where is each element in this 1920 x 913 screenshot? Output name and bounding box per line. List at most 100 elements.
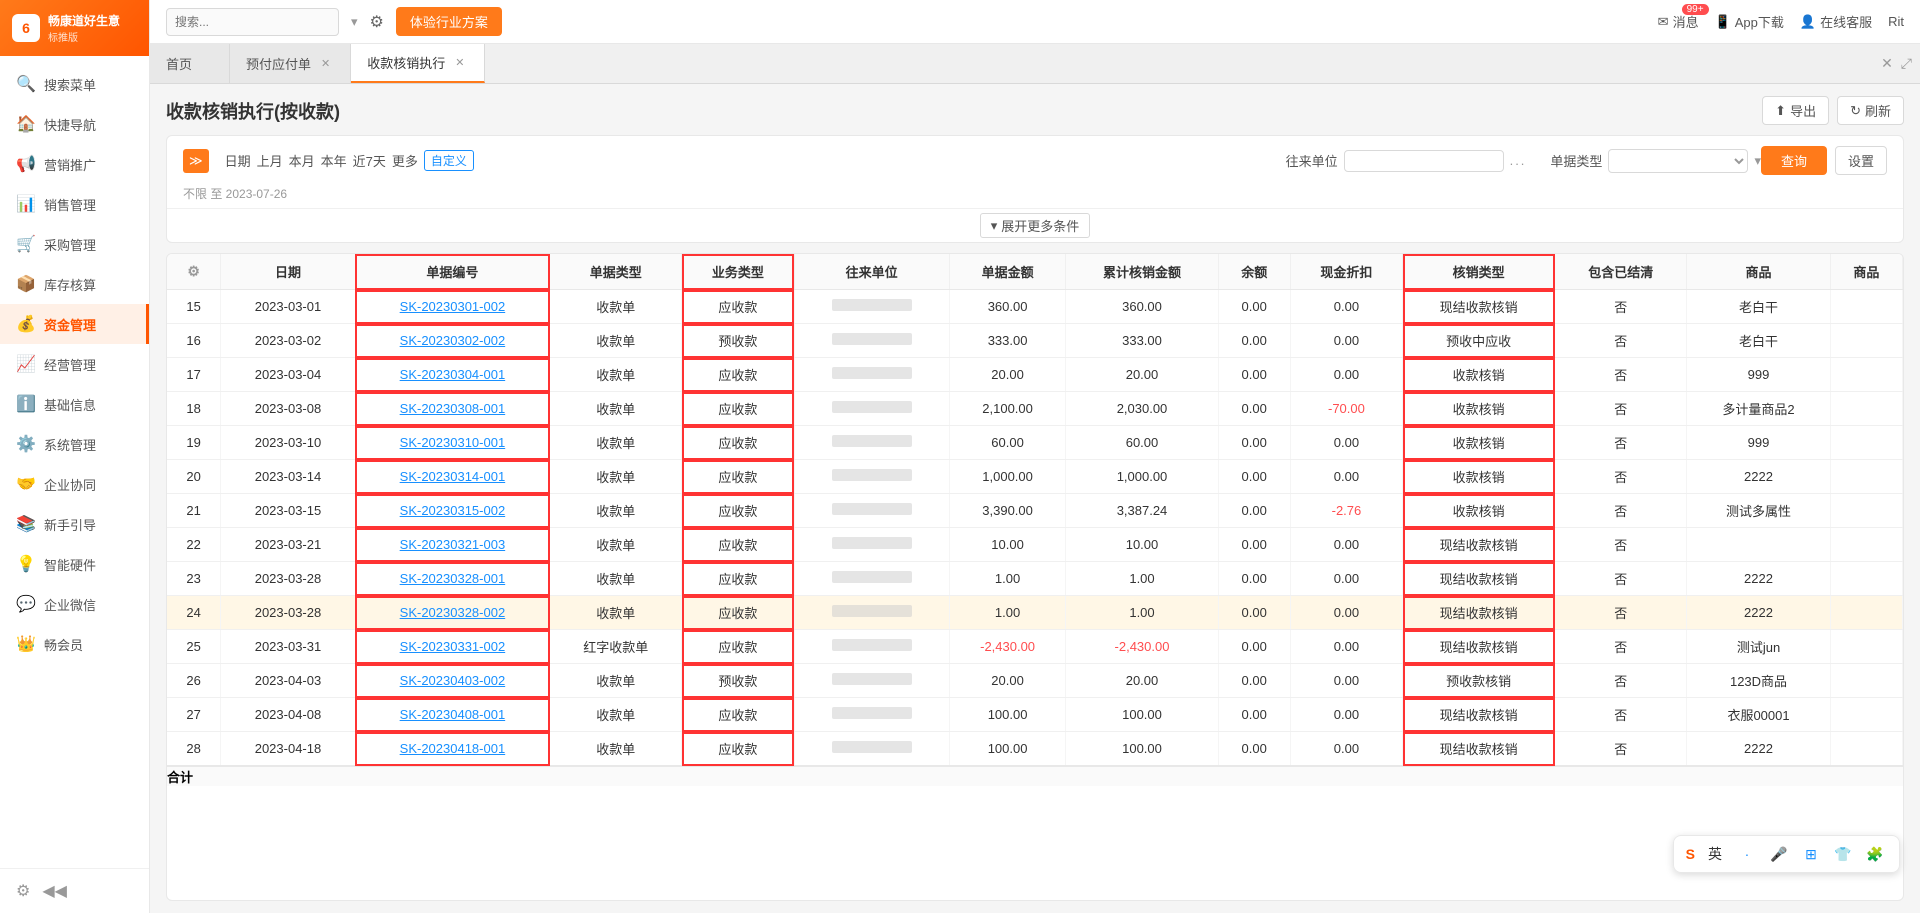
- bill-no-link[interactable]: SK-20230302-002: [400, 333, 506, 348]
- sidebar-item-2[interactable]: 📢 营销推广: [0, 144, 149, 184]
- expand-btn[interactable]: ▾ 展开更多条件: [980, 213, 1091, 238]
- sidebar-item-13[interactable]: 💬 企业微信: [0, 584, 149, 624]
- user-name[interactable]: Rit: [1888, 14, 1904, 29]
- date-last-month[interactable]: 上月: [257, 151, 283, 170]
- cell-amount: 2,100.00: [949, 392, 1066, 426]
- partner-input[interactable]: [1344, 150, 1504, 172]
- sidebar-item-1[interactable]: 🏠 快捷导航: [0, 104, 149, 144]
- tab-home[interactable]: 首页: [150, 44, 230, 83]
- online-service-btn[interactable]: 👤 在线客服: [1800, 12, 1872, 31]
- sidebar-label-3: 销售管理: [44, 195, 96, 214]
- bill-type-select[interactable]: [1608, 149, 1748, 173]
- filter-collapse-btn[interactable]: ≫: [183, 149, 209, 173]
- sidebar-item-9[interactable]: ⚙️ 系统管理: [0, 424, 149, 464]
- sidebar-label-13: 企业微信: [44, 595, 96, 614]
- cell-bill-type: 收款单: [550, 732, 682, 767]
- sidebar-item-4[interactable]: 🛒 采购管理: [0, 224, 149, 264]
- sidebar-label-6: 资金管理: [44, 315, 96, 334]
- float-mic-icon[interactable]: 🎤: [1767, 842, 1791, 866]
- tab-writeoff-close[interactable]: ✕: [451, 54, 468, 71]
- topbar-dropdown-arrow[interactable]: ▾: [351, 14, 358, 30]
- sidebar-item-8[interactable]: ℹ️ 基础信息: [0, 384, 149, 424]
- filter-section: ≫ 日期 上月 本月 本年 近7天 更多 自定义 往来单位 ...: [166, 135, 1904, 243]
- date-custom[interactable]: 自定义: [424, 150, 474, 171]
- cell-biz-type: 应收款: [682, 460, 794, 494]
- filter-dots[interactable]: ...: [1510, 153, 1527, 168]
- sidebar-item-12[interactable]: 💡 智能硬件: [0, 544, 149, 584]
- float-grid-icon[interactable]: ⊞: [1799, 842, 1823, 866]
- bill-no-link[interactable]: SK-20230331-002: [400, 639, 506, 654]
- sidebar-icon-8: ℹ️: [16, 394, 36, 414]
- bill-no-link[interactable]: SK-20230328-002: [400, 605, 506, 620]
- export-button[interactable]: ⬆ 导出: [1762, 96, 1829, 125]
- bill-no-link[interactable]: SK-20230310-001: [400, 435, 506, 450]
- bill-no-link[interactable]: SK-20230321-003: [400, 537, 506, 552]
- cell-cash-discount: 0.00: [1290, 324, 1402, 358]
- col-settings[interactable]: ⚙: [167, 254, 221, 290]
- tab-writeoff[interactable]: 收款核销执行 ✕: [351, 44, 485, 83]
- app-download-btn[interactable]: 📱 App下载: [1715, 12, 1784, 31]
- floating-toolbar: S 英 · 🎤 ⊞ 👕 🧩: [1673, 835, 1900, 873]
- sidebar-item-10[interactable]: 🤝 企业协同: [0, 464, 149, 504]
- cell-date: 2023-03-21: [221, 528, 355, 562]
- date-this-month[interactable]: 本月: [289, 151, 315, 170]
- filter-buttons: 查询 设置: [1761, 146, 1887, 175]
- cell-biz-type: 应收款: [682, 732, 794, 767]
- cell-writeoff-type: 收款核销: [1403, 426, 1555, 460]
- float-dot-icon[interactable]: ·: [1735, 842, 1759, 866]
- sidebar-item-5[interactable]: 📦 库存核算: [0, 264, 149, 304]
- bill-type-label: 单据类型: [1550, 151, 1602, 170]
- cell-partner: [794, 562, 949, 596]
- bill-no-link[interactable]: SK-20230308-001: [400, 401, 506, 416]
- column-settings-icon[interactable]: ⚙: [187, 263, 200, 279]
- float-en-btn[interactable]: 英: [1703, 842, 1727, 866]
- bill-no-link[interactable]: SK-20230328-001: [400, 571, 506, 586]
- refresh-button[interactable]: ↻ 刷新: [1837, 96, 1904, 125]
- tab-close-all-icon[interactable]: ✕: [1881, 55, 1893, 72]
- sidebar-item-7[interactable]: 📈 经营管理: [0, 344, 149, 384]
- topbar-search-input[interactable]: [166, 8, 339, 36]
- filter-setting-btn[interactable]: 设置: [1835, 146, 1887, 175]
- bill-no-link[interactable]: SK-20230418-001: [400, 741, 506, 756]
- tab-prepay[interactable]: 预付应付单 ✕: [230, 44, 351, 83]
- cell-cash-discount: 0.00: [1290, 528, 1402, 562]
- topbar-gear-icon[interactable]: ⚙: [370, 12, 384, 32]
- date-this-year[interactable]: 本年: [321, 151, 347, 170]
- bill-no-link[interactable]: SK-20230315-002: [400, 503, 506, 518]
- cell-biz-type: 应收款: [682, 698, 794, 732]
- query-button[interactable]: 查询: [1761, 146, 1827, 175]
- page-title: 收款核销执行(按收款): [166, 98, 340, 124]
- cell-amount: 1.00: [949, 562, 1066, 596]
- cell-cash-discount: 0.00: [1290, 664, 1402, 698]
- date-more[interactable]: 更多: [392, 151, 418, 170]
- table-container[interactable]: ⚙ 日期 单据编号 单据类型 业务类型 往来单位 单据金额 累计核销金额 余额 …: [166, 253, 1904, 901]
- cell-bill-type: 收款单: [550, 290, 682, 324]
- cell-include-cleared: 否: [1555, 664, 1687, 698]
- solution-button[interactable]: 体验行业方案: [396, 7, 502, 36]
- sidebar-item-6[interactable]: 💰 资金管理: [0, 304, 149, 344]
- date-7days[interactable]: 近7天: [353, 151, 386, 170]
- sidebar-item-0[interactable]: 🔍 搜索菜单: [0, 64, 149, 104]
- cell-bill-type: 收款单: [550, 460, 682, 494]
- bill-no-link[interactable]: SK-20230403-002: [400, 673, 506, 688]
- collapse-icon[interactable]: ◀◀: [42, 881, 67, 901]
- float-puzzle-icon[interactable]: 🧩: [1863, 842, 1887, 866]
- bill-no-link[interactable]: SK-20230301-002: [400, 299, 506, 314]
- sidebar-item-3[interactable]: 📊 销售管理: [0, 184, 149, 224]
- sidebar-item-11[interactable]: 📚 新手引导: [0, 504, 149, 544]
- sidebar-label-7: 经营管理: [44, 355, 96, 374]
- filter-date-group: 日期 上月 本月 本年 近7天 更多 自定义: [225, 150, 1270, 171]
- float-shirt-icon[interactable]: 👕: [1831, 842, 1855, 866]
- col-partner: 往来单位: [794, 254, 949, 290]
- cell-include-cleared: 否: [1555, 460, 1687, 494]
- tab-prepay-close[interactable]: ✕: [317, 55, 334, 72]
- message-btn[interactable]: ✉ 消息 99+: [1658, 12, 1699, 31]
- tab-expand-icon[interactable]: ⤢: [1901, 55, 1912, 72]
- date-filter-label: 日期: [225, 151, 251, 170]
- bill-no-link[interactable]: SK-20230408-001: [400, 707, 506, 722]
- sidebar-item-14[interactable]: 👑 畅会员: [0, 624, 149, 664]
- cell-no: 25: [167, 630, 221, 664]
- settings-icon[interactable]: ⚙: [16, 881, 30, 901]
- bill-no-link[interactable]: SK-20230314-001: [400, 469, 506, 484]
- bill-no-link[interactable]: SK-20230304-001: [400, 367, 506, 382]
